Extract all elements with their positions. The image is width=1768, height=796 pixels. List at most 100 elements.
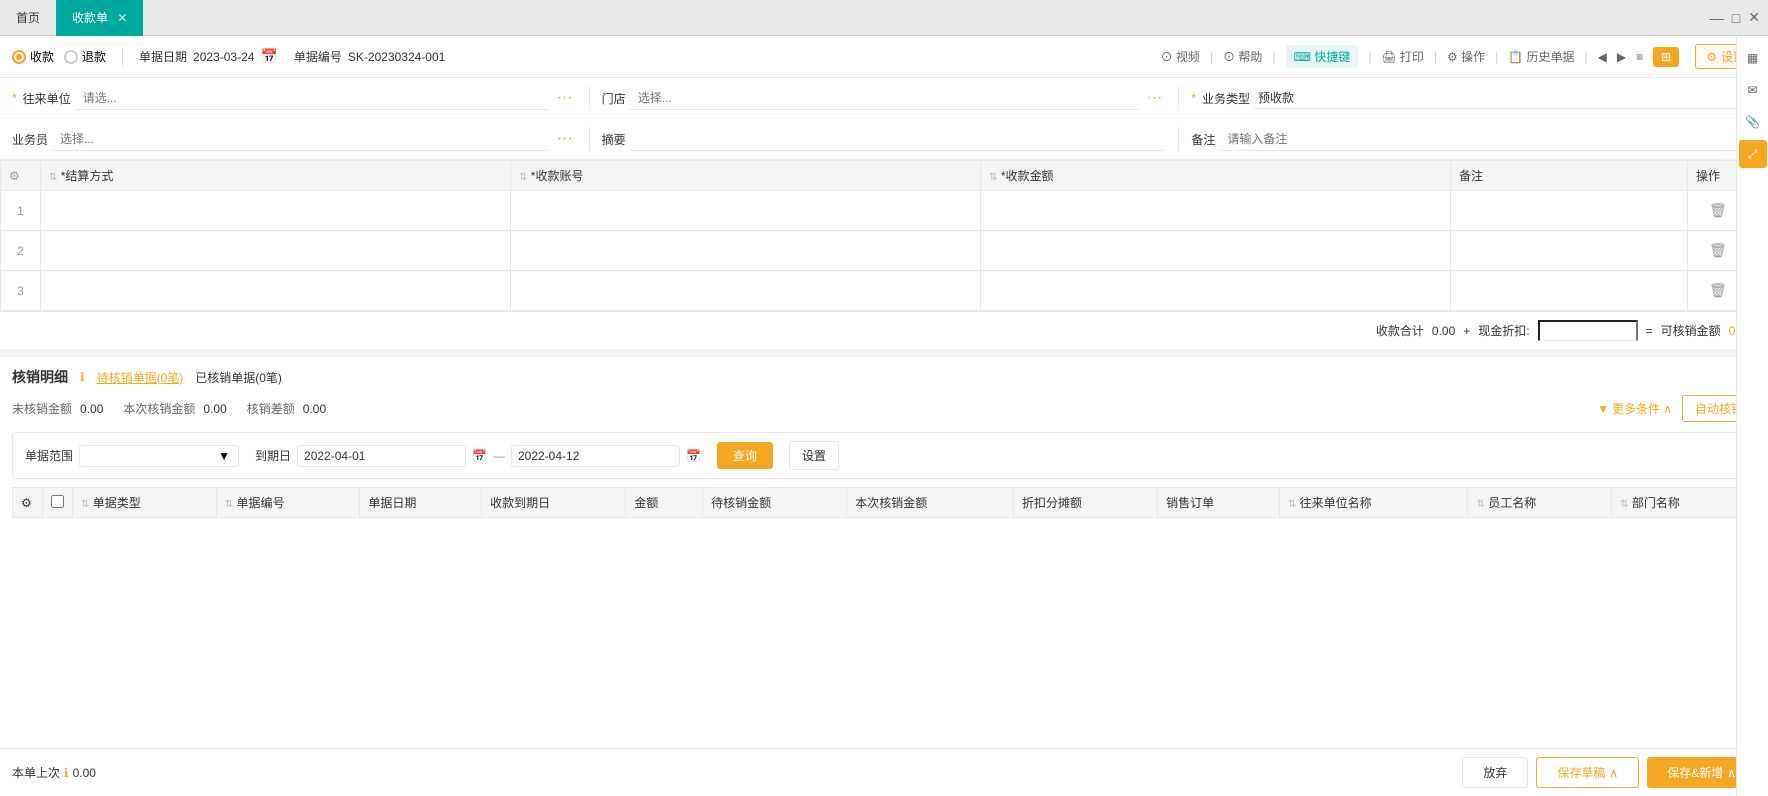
date-from-input[interactable]: 2022-04-01 bbox=[297, 445, 466, 467]
pending-tab-link[interactable]: 待核销单据(0笔) bbox=[97, 369, 184, 386]
store-field: 门店 ··· bbox=[602, 87, 1167, 110]
business-type-label: 业务类型 bbox=[1202, 90, 1250, 107]
tab-receipt[interactable]: 收款单 ✕ bbox=[56, 0, 143, 36]
query-label: 查询 bbox=[733, 449, 757, 463]
help-link[interactable]: ⊙ 帮助 bbox=[1223, 48, 1262, 65]
radio-receive[interactable]: 收款 bbox=[12, 48, 54, 65]
radio-refund[interactable]: 退款 bbox=[64, 48, 106, 65]
notes-input[interactable] bbox=[1223, 130, 1752, 148]
sep-3 bbox=[589, 127, 590, 151]
row-3-account[interactable] bbox=[511, 271, 981, 311]
row-1-notes[interactable] bbox=[1451, 191, 1688, 231]
filter-icon: ▼ bbox=[1597, 402, 1609, 416]
save-draft-button[interactable]: 保存草稿 ∧ bbox=[1536, 757, 1639, 788]
stat-diff-label: 核销差额 bbox=[247, 400, 295, 417]
receipt-total-label: 收款合计 bbox=[1376, 322, 1424, 339]
voucher-date-label: 单据日期 bbox=[139, 48, 187, 65]
filter-settings-button[interactable]: 设置 bbox=[789, 441, 839, 470]
sidebar-mail-icon[interactable]: ✉ bbox=[1739, 76, 1767, 104]
grid-icon[interactable]: ⊞ bbox=[1653, 47, 1679, 67]
shortcut-link[interactable]: ⌨ 快捷键 bbox=[1286, 45, 1359, 68]
notes-input-wrapper bbox=[1219, 128, 1756, 151]
radio-receive-dot bbox=[12, 50, 26, 64]
video-link[interactable]: ⊙ 视频 bbox=[1161, 48, 1200, 65]
business-type-select[interactable]: 预收款 ▼ bbox=[1254, 87, 1756, 109]
salesperson-input-wrapper bbox=[52, 128, 549, 151]
summary-input[interactable] bbox=[634, 130, 1163, 148]
salesperson-more-icon[interactable]: ··· bbox=[553, 130, 577, 148]
summary-label: 摘要 bbox=[602, 131, 626, 148]
row-1-amount[interactable] bbox=[981, 191, 1451, 231]
date-to-input[interactable]: 2022-04-12 bbox=[511, 445, 680, 467]
business-type-required: * bbox=[1191, 91, 1196, 105]
maximize-button[interactable]: □ bbox=[1732, 10, 1740, 26]
save-new-arrow-icon: ∧ bbox=[1727, 766, 1736, 780]
row-1-account[interactable] bbox=[511, 191, 981, 231]
sort-counterpart-icon: ⇅ bbox=[1288, 499, 1296, 510]
row-2-payment-method[interactable] bbox=[41, 231, 511, 271]
salesperson-input[interactable] bbox=[56, 130, 545, 148]
print-link[interactable]: 🖨 打印 bbox=[1381, 48, 1424, 65]
next-icon[interactable]: ▶ bbox=[1617, 50, 1626, 64]
reconcile-title: 核销明细 bbox=[12, 367, 68, 387]
range-filter-select[interactable]: ▼ bbox=[79, 445, 239, 467]
due-date-label: 到期日 bbox=[255, 447, 291, 464]
status-info-icon[interactable]: ℹ bbox=[64, 766, 69, 780]
counterpart-input[interactable] bbox=[79, 89, 545, 107]
sort-icon-left: ⇅ bbox=[49, 172, 57, 183]
row-1-delete-icon[interactable]: 🗑 bbox=[1709, 202, 1727, 218]
radio-receive-label: 收款 bbox=[30, 48, 54, 65]
amount-header-label: *收款金额 bbox=[1001, 169, 1054, 183]
row-2-account[interactable] bbox=[511, 231, 981, 271]
history-link[interactable]: 📋 历史单据 bbox=[1508, 48, 1574, 65]
calendar-to-icon[interactable]: 📅 bbox=[686, 449, 701, 463]
row-2-delete-icon[interactable]: 🗑 bbox=[1709, 242, 1727, 258]
reconcile-section: 核销明细 ℹ 待核销单据(0笔) 已核销单据(0笔) 未核销金额 0.00 本次… bbox=[0, 357, 1768, 528]
close-button[interactable]: ✕ bbox=[1748, 9, 1760, 26]
voucher-date-icon[interactable]: 📅 bbox=[260, 48, 277, 65]
row-3-payment-method[interactable] bbox=[41, 271, 511, 311]
prev-icon[interactable]: ◀ bbox=[1598, 50, 1607, 64]
store-input[interactable] bbox=[634, 89, 1135, 107]
bottom-data-table: ⚙ ⇅ 单据类型 ⇅ 单据编号 bbox=[12, 487, 1756, 518]
radio-refund-dot bbox=[64, 50, 78, 64]
row-2-notes[interactable] bbox=[1451, 231, 1688, 271]
query-button[interactable]: 查询 bbox=[717, 442, 773, 469]
minimize-button[interactable]: — bbox=[1710, 10, 1724, 26]
sidebar-table-icon[interactable]: ▦ bbox=[1739, 44, 1767, 72]
table-gear-icon[interactable]: ⚙ bbox=[9, 169, 20, 183]
date-header-label: 单据日期 bbox=[368, 496, 416, 510]
calendar-from-icon[interactable]: 📅 bbox=[472, 449, 487, 463]
discount-col-header: 折扣分摊额 bbox=[1013, 488, 1157, 518]
sep-4 bbox=[1178, 127, 1179, 151]
this-amount-header-label: 本次核销金额 bbox=[855, 496, 927, 510]
section-divider bbox=[0, 349, 1768, 357]
store-more-icon[interactable]: ··· bbox=[1142, 89, 1166, 107]
tab-home[interactable]: 首页 bbox=[0, 0, 56, 36]
sort-no-icon: ⇅ bbox=[225, 499, 233, 510]
counterpart-more-icon[interactable]: ··· bbox=[553, 89, 577, 107]
counterpart-field: * 往来单位 ··· bbox=[12, 87, 577, 110]
discount-input[interactable] bbox=[1538, 320, 1638, 341]
done-tab-link[interactable]: 已核销单据(0笔) bbox=[195, 369, 282, 386]
row-3-delete-icon[interactable]: 🗑 bbox=[1709, 282, 1727, 298]
no-header-label: 单据编号 bbox=[236, 496, 284, 510]
sales-order-header-label: 销售订单 bbox=[1166, 496, 1214, 510]
abandon-button[interactable]: 放弃 bbox=[1462, 757, 1528, 788]
bottom-table-header-row: ⚙ ⇅ 单据类型 ⇅ 单据编号 bbox=[13, 488, 1756, 518]
row-3-amount[interactable] bbox=[981, 271, 1451, 311]
list-icon[interactable]: ≡ bbox=[1636, 50, 1643, 64]
select-all-checkbox[interactable] bbox=[51, 495, 64, 508]
row-3-notes[interactable] bbox=[1451, 271, 1688, 311]
table-settings-icon[interactable]: ⚙ bbox=[21, 496, 32, 510]
no-col-header: ⇅ 单据编号 bbox=[216, 488, 360, 518]
sidebar-clip-icon[interactable]: 📎 bbox=[1739, 108, 1767, 136]
tab-close-icon[interactable]: ✕ bbox=[117, 11, 127, 25]
table-row: 3 🗑 ⧉ bbox=[1, 271, 1768, 311]
more-conditions-link[interactable]: ▼ 更多条件 ∧ bbox=[1597, 400, 1672, 417]
row-1-payment-method[interactable] bbox=[41, 191, 511, 231]
operation-link[interactable]: ⚙ 操作 bbox=[1447, 48, 1485, 65]
sidebar-expand-icon[interactable]: ⤢ bbox=[1739, 140, 1767, 168]
reconcile-info-icon[interactable]: ℹ bbox=[80, 370, 85, 384]
row-2-amount[interactable] bbox=[981, 231, 1451, 271]
